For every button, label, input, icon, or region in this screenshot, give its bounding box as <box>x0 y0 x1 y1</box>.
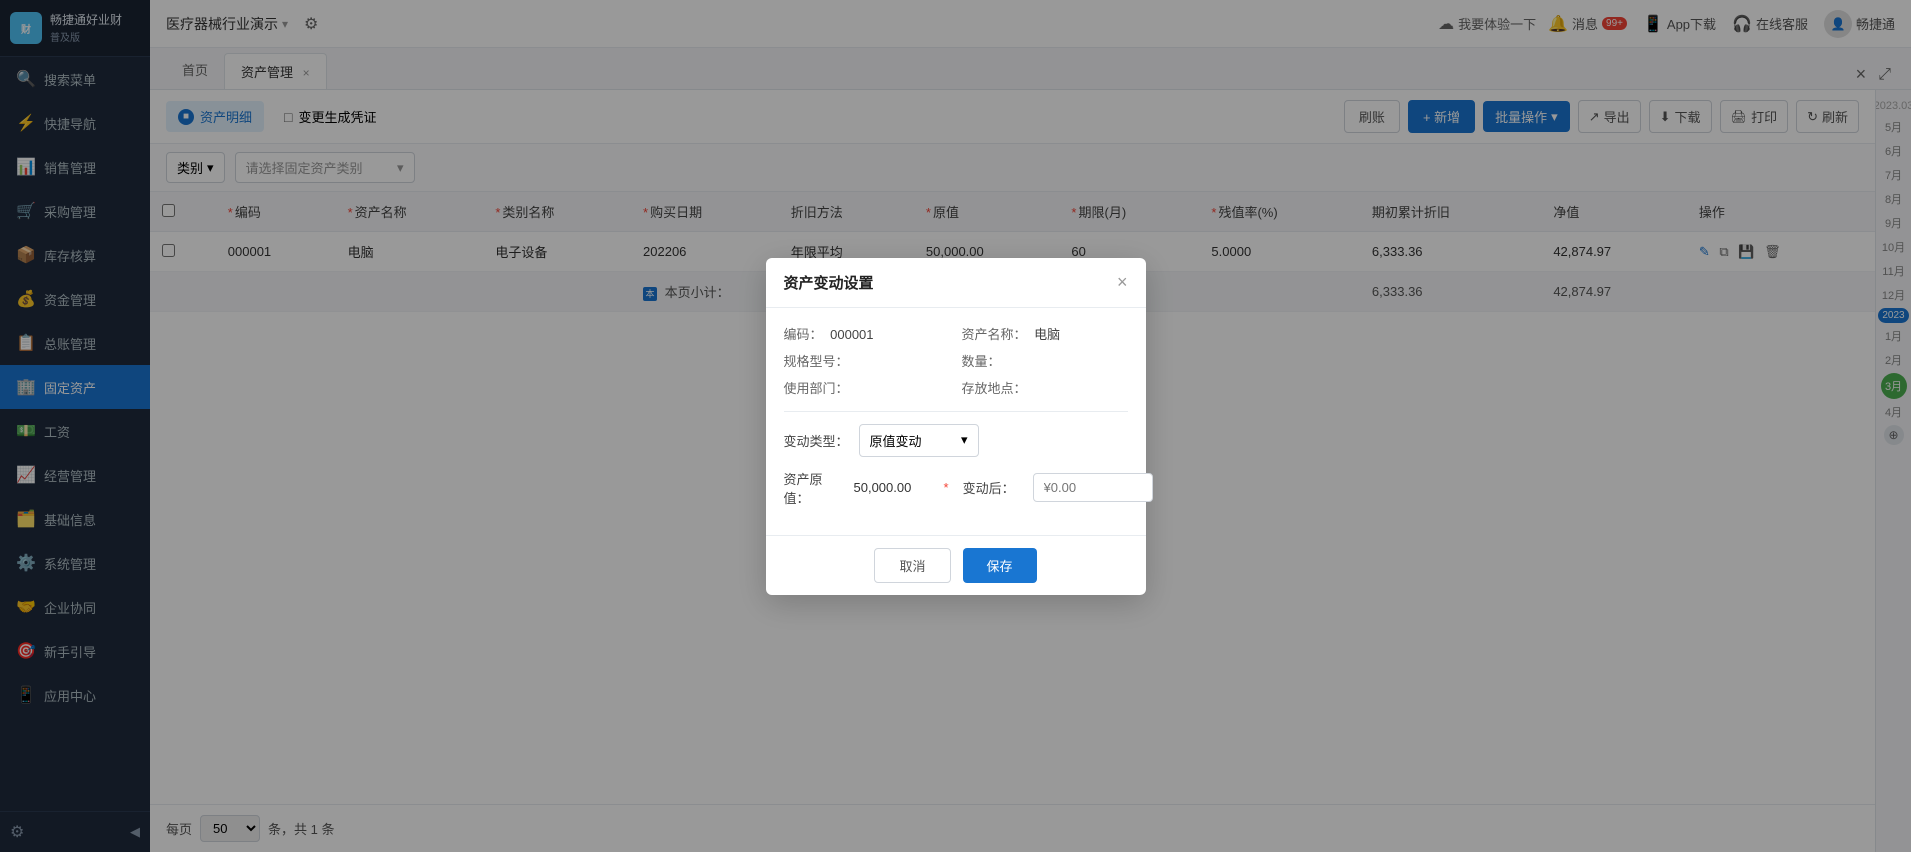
asset-name-value: 电脑 <box>1034 327 1060 342</box>
modal-dept: 使用部门： <box>784 378 950 397</box>
asset-change-modal: 资产变动设置 × 编码： 000001 资产名称： 电脑 规格型号： 数量： <box>766 258 1146 595</box>
change-type-value: 原值变动 <box>870 431 922 450</box>
modal-overlay: 资产变动设置 × 编码： 000001 资产名称： 电脑 规格型号： 数量： <box>0 0 1911 852</box>
asset-value-label: 资产原值： <box>784 469 844 507</box>
location-label: 存放地点： <box>962 381 1027 396</box>
cancel-button[interactable]: 取消 <box>874 548 950 583</box>
modal-spec: 规格型号： <box>784 351 950 370</box>
asset-value: 50,000.00 <box>854 480 934 495</box>
spec-label: 规格型号： <box>784 354 849 369</box>
change-type-label: 变动类型： <box>784 431 849 450</box>
dept-label: 使用部门： <box>784 381 849 396</box>
required-icon: * <box>944 480 949 495</box>
modal-header: 资产变动设置 × <box>766 258 1146 308</box>
modal-footer: 取消 保存 <box>766 535 1146 595</box>
change-type-row: 变动类型： 原值变动 ▾ <box>784 424 1128 457</box>
modal-asset-name: 资产名称： 电脑 <box>962 324 1128 343</box>
modal-body: 编码： 000001 资产名称： 电脑 规格型号： 数量： 使用部门： <box>766 308 1146 535</box>
asset-value-row: 资产原值： 50,000.00 * 变动后： <box>784 469 1128 507</box>
change-type-select[interactable]: 原值变动 ▾ <box>859 424 979 457</box>
after-change-label: 变动后： <box>963 478 1023 497</box>
quantity-label: 数量： <box>962 354 1001 369</box>
asset-name-label: 资产名称： <box>962 327 1027 342</box>
modal-quantity: 数量： <box>962 351 1128 370</box>
modal-title: 资产变动设置 <box>784 272 874 293</box>
modal-close-button[interactable]: × <box>1117 272 1128 293</box>
code-label: 编码： <box>784 327 823 342</box>
modal-divider <box>784 411 1128 412</box>
modal-location: 存放地点： <box>962 378 1128 397</box>
modal-code: 编码： 000001 <box>784 324 950 343</box>
after-change-input[interactable] <box>1033 473 1153 502</box>
change-type-chevron-icon: ▾ <box>961 432 968 448</box>
code-value: 000001 <box>830 327 873 342</box>
save-button[interactable]: 保存 <box>963 548 1037 583</box>
modal-info-grid: 编码： 000001 资产名称： 电脑 规格型号： 数量： 使用部门： <box>784 324 1128 397</box>
